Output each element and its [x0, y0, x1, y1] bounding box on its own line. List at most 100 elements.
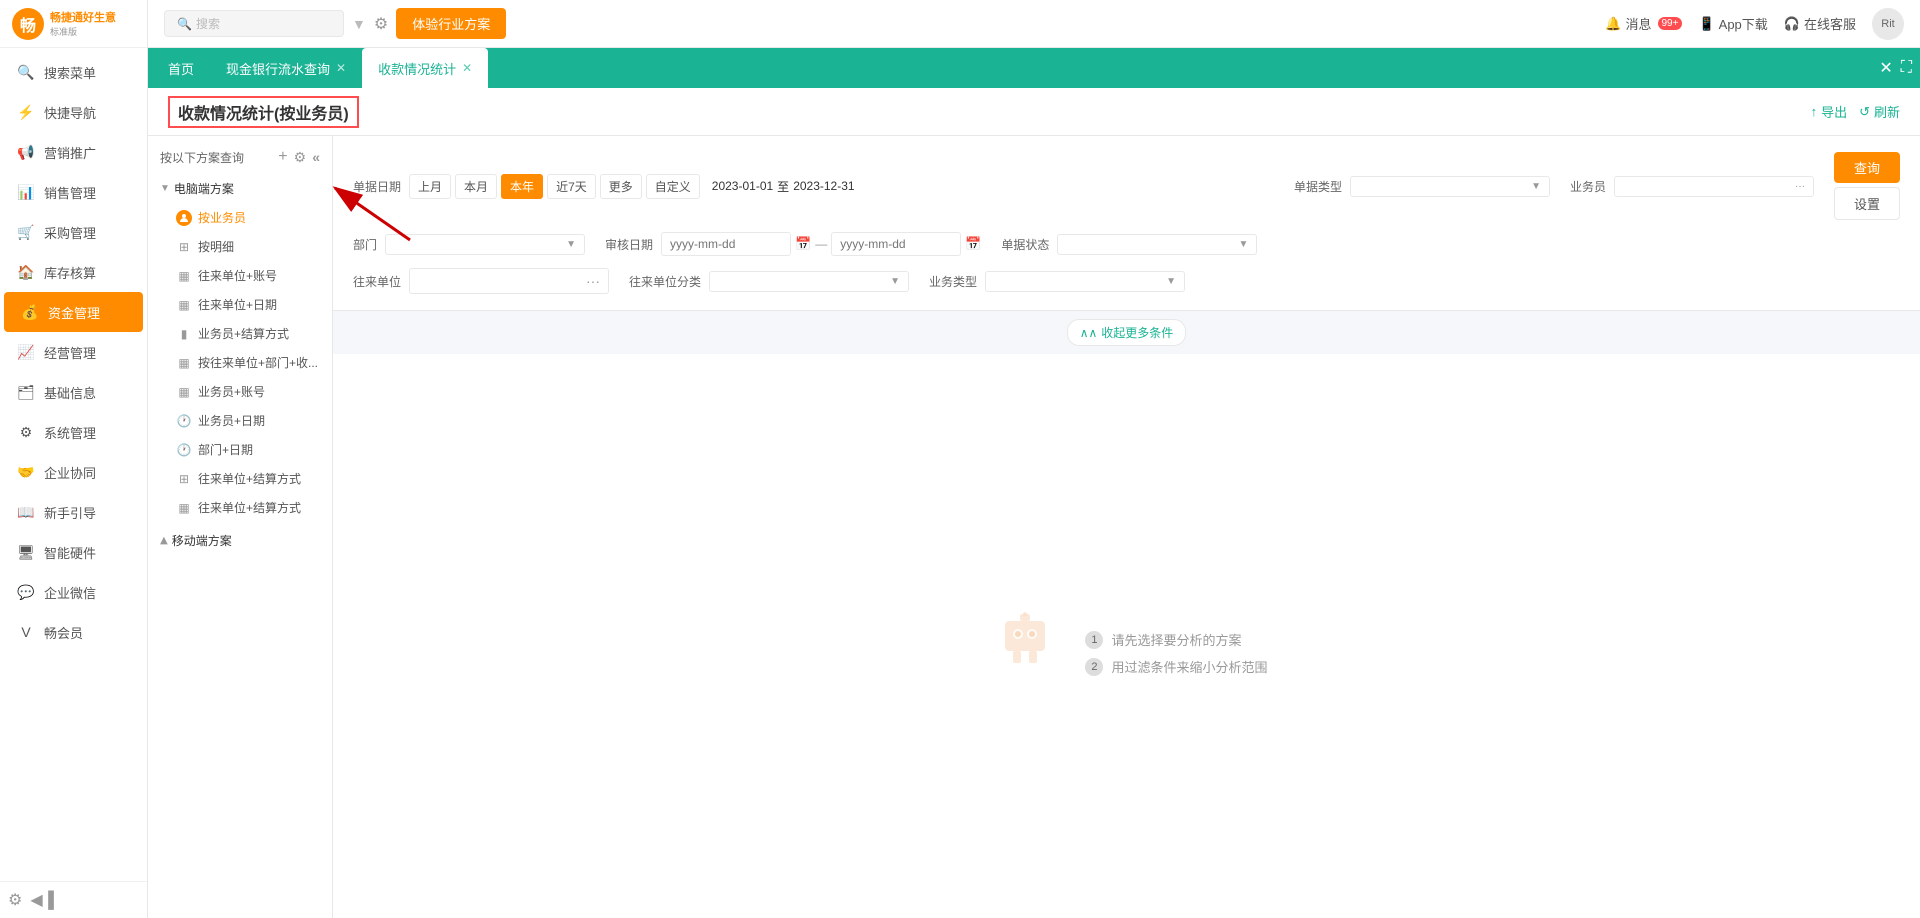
sidebar-item-hardware[interactable]: 🖥 智能硬件: [0, 532, 147, 572]
basic-icon: 🗂: [16, 382, 36, 402]
avatar[interactable]: Rit: [1872, 8, 1904, 40]
panel-icons: + ⚙ «: [278, 148, 320, 166]
topbar-settings-icon[interactable]: ⚙: [374, 14, 388, 34]
review-date-end[interactable]: [831, 232, 961, 256]
tree-item-unit-date[interactable]: ▦ 往来单位+日期: [148, 290, 332, 319]
tree-item-by-salesperson[interactable]: 按业务员: [148, 203, 332, 232]
member-icon: V: [16, 622, 36, 642]
sidebar-item-finance[interactable]: 💰 资金管理: [4, 292, 143, 332]
sidebar-item-operations[interactable]: 📈 经营管理: [0, 332, 147, 372]
btn-custom[interactable]: 自定义: [646, 174, 700, 199]
salesperson-select[interactable]: ···: [1614, 176, 1814, 197]
collapse-panel-icon[interactable]: «: [312, 149, 320, 165]
voucher-type-select[interactable]: ▼: [1350, 176, 1550, 197]
collapse-icon: ∧∧: [1080, 326, 1098, 340]
tab-close-receipt[interactable]: ✕: [462, 61, 472, 75]
settings-bottom-icon[interactable]: ⚙: [8, 890, 22, 910]
dept-select[interactable]: ▼: [385, 234, 585, 255]
refresh-btn[interactable]: ↺ 刷新: [1859, 102, 1900, 121]
sidebar-item-wechat[interactable]: 💬 企业微信: [0, 572, 147, 612]
search-bar[interactable]: 🔍 搜索: [164, 10, 344, 37]
filter-area: 单据日期 上月 本月 本年 近7天 更多 自定义 2023-01-01 至: [333, 136, 1920, 311]
sidebar-item-inventory[interactable]: 🏠 库存核算: [0, 252, 147, 292]
collapse-btn[interactable]: ∧∧ 收起更多条件: [1067, 319, 1187, 346]
voucher-status-select[interactable]: ▼: [1057, 234, 1257, 255]
bar-icon: ▮: [176, 326, 192, 342]
expand-icon[interactable]: ⛶: [1901, 59, 1912, 77]
btn-7days[interactable]: 近7天: [547, 174, 596, 199]
btn-this-year[interactable]: 本年: [501, 174, 543, 199]
notifications-btn[interactable]: 🔔 消息 99+: [1605, 14, 1682, 33]
tab-bank[interactable]: 现金银行流水查询 ✕: [210, 48, 362, 88]
business-type-select[interactable]: ▼: [985, 271, 1185, 292]
tree-parent-desktop[interactable]: ▼ 电脑端方案: [148, 174, 332, 203]
collapse-sidebar-icon[interactable]: ◀▐: [30, 890, 54, 910]
marketing-icon: 📢: [16, 142, 36, 162]
table-icon-4: ▦: [176, 384, 192, 400]
tree-item-unit-settlement2[interactable]: ▦ 往来单位+结算方式: [148, 493, 332, 522]
export-btn[interactable]: ↑ 导出: [1811, 102, 1848, 121]
clock-icon-1: 🕐: [176, 413, 192, 429]
sidebar-item-sales[interactable]: 📊 销售管理: [0, 172, 147, 212]
sidebar-item-system[interactable]: ⚙ 系统管理: [0, 412, 147, 452]
tab-home[interactable]: 首页: [152, 48, 210, 88]
counterpart-category-select[interactable]: ▼: [709, 271, 909, 292]
calendar-icon-1: 📅: [795, 236, 811, 252]
empty-state: 1 请先选择要分析的方案 2 用过滤条件来缩小分析范围: [333, 354, 1920, 918]
topbar-dropdown-icon[interactable]: ▼: [352, 16, 366, 32]
refresh-icon: ↺: [1859, 104, 1870, 120]
tree-item-salesperson-settlement[interactable]: ▮ 业务员+结算方式: [148, 319, 332, 348]
btn-this-month[interactable]: 本月: [455, 174, 497, 199]
quicknav-icon: ⚡: [16, 102, 36, 122]
dept-filter-item: 部门 ▼: [353, 234, 585, 255]
logo-area: 畅 畅捷通好生意 标准版: [0, 0, 147, 48]
sidebar-item-enterprise[interactable]: 🤝 企业协同: [0, 452, 147, 492]
search-icon-top: 🔍: [177, 17, 192, 31]
content-area: 按以下方案查询 + ⚙ « ▼ 电脑端方案: [148, 136, 1920, 918]
right-panel: 单据日期 上月 本月 本年 近7天 更多 自定义 2023-01-01 至: [333, 136, 1920, 918]
logo-text: 畅捷通好生意 标准版: [50, 9, 116, 38]
setting-btn[interactable]: 设置: [1834, 187, 1900, 220]
tree-item-unit-settlement1[interactable]: ⊞ 往来单位+结算方式: [148, 464, 332, 493]
filter-row-2: 部门 ▼ 审核日期 📅 — 📅: [353, 232, 1900, 256]
tree-arrow-mobile: ▶: [158, 537, 169, 545]
tree-item-salesperson-date[interactable]: 🕐 业务员+日期: [148, 406, 332, 435]
counterpart-dots[interactable]: ···: [586, 273, 600, 289]
add-scheme-icon[interactable]: +: [278, 148, 287, 166]
empty-tips: 1 请先选择要分析的方案 2 用过滤条件来缩小分析范围: [1085, 630, 1267, 676]
btn-last-month[interactable]: 上月: [409, 174, 451, 199]
tip-2: 2 用过滤条件来缩小分析范围: [1085, 657, 1267, 676]
tree-item-dept-date[interactable]: 🕐 部门+日期: [148, 435, 332, 464]
tab-receipt[interactable]: 收款情况统计 ✕: [362, 48, 488, 88]
sidebar-item-purchase[interactable]: 🛒 采购管理: [0, 212, 147, 252]
review-date-start[interactable]: [661, 232, 791, 256]
guide-icon: 📖: [16, 502, 36, 522]
tree-item-unit-account[interactable]: ▦ 往来单位+账号: [148, 261, 332, 290]
sales-icon: 📊: [16, 182, 36, 202]
tree-item-by-detail[interactable]: ⊞ 按明细: [148, 232, 332, 261]
sidebar-item-quicknav[interactable]: ⚡ 快捷导航: [0, 92, 147, 132]
tree-parent-mobile[interactable]: ▶ 移动端方案: [148, 526, 332, 555]
online-service-btn[interactable]: 🎧 在线客服: [1784, 14, 1856, 33]
topbar-left: 🔍 搜索 ▼ ⚙ 体验行业方案: [164, 8, 506, 39]
sidebar-nav: 🔍 搜索菜单 ⚡ 快捷导航 📢 营销推广 📊 销售管理 🛒 采购管理 🏠 库存核…: [0, 48, 147, 881]
sidebar-item-marketing[interactable]: 📢 营销推广: [0, 132, 147, 172]
sidebar-item-search[interactable]: 🔍 搜索菜单: [0, 52, 147, 92]
salesperson-filter-item: 业务员 ···: [1570, 176, 1814, 197]
close-window-icon[interactable]: ✕: [1879, 58, 1892, 78]
sidebar-item-member[interactable]: V 畅会员: [0, 612, 147, 652]
sidebar-item-basic[interactable]: 🗂 基础信息: [0, 372, 147, 412]
trial-btn[interactable]: 体验行业方案: [396, 8, 506, 39]
scheme-settings-icon[interactable]: ⚙: [294, 149, 307, 166]
app-download-btn[interactable]: 📱 App下载: [1698, 14, 1767, 33]
sidebar-item-guide[interactable]: 📖 新手引导: [0, 492, 147, 532]
query-btn[interactable]: 查询: [1834, 152, 1900, 183]
tab-close-bank[interactable]: ✕: [336, 61, 346, 75]
voucher-status-chevron: ▼: [1239, 239, 1249, 250]
tree-item-salesperson-account[interactable]: ▦ 业务员+账号: [148, 377, 332, 406]
collapse-bar: ∧∧ 收起更多条件: [333, 311, 1920, 354]
tree-item-unit-dept-receipt[interactable]: ▦ 按往来单位+部门+收...: [148, 348, 332, 377]
btn-more[interactable]: 更多: [600, 174, 642, 199]
enterprise-icon: 🤝: [16, 462, 36, 482]
counterpart-select[interactable]: ···: [409, 268, 609, 294]
